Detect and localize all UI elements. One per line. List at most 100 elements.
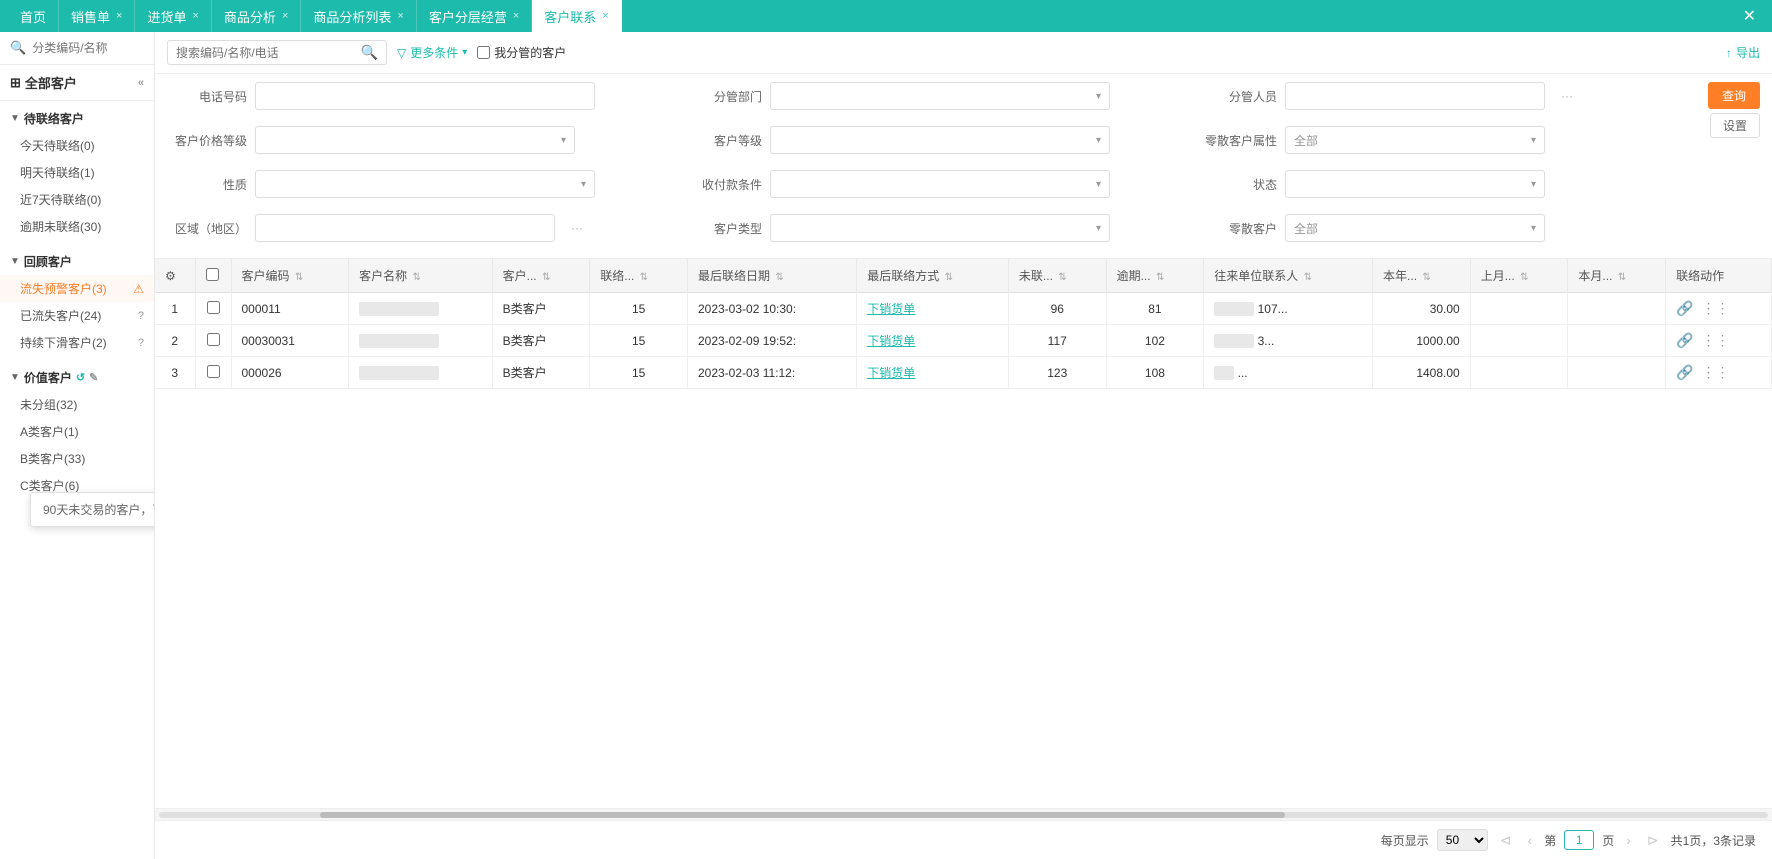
tab-sales[interactable]: 销售单 ×: [59, 0, 135, 32]
contact-action-icon[interactable]: 🔗: [1676, 332, 1693, 349]
window-close-button[interactable]: ✕: [1735, 6, 1764, 26]
select-all-checkbox[interactable]: [206, 268, 219, 281]
th-checkbox[interactable]: [195, 259, 231, 293]
th-code[interactable]: 客户编码 ⇅: [231, 259, 349, 293]
last-method-link[interactable]: 下销货单: [867, 302, 915, 316]
scrollbar-thumb[interactable]: [320, 812, 1285, 818]
tab-analysis-list[interactable]: 商品分析列表 ×: [301, 0, 416, 32]
contact-action-icon[interactable]: 🔗: [1676, 300, 1693, 317]
td-last-method-1[interactable]: 下销货单: [857, 293, 1009, 325]
last-page-button[interactable]: ⊳: [1643, 830, 1663, 851]
sidebar-item-ungrouped[interactable]: 未分组(32): [0, 391, 154, 418]
filter-select-person[interactable]: [1285, 82, 1545, 110]
tab-purchase[interactable]: 进货单 ×: [135, 0, 211, 32]
sidebar-search-input[interactable]: [32, 41, 144, 55]
main-search-input[interactable]: [176, 46, 357, 60]
td-checkbox-2[interactable]: [195, 325, 231, 357]
more-conditions-button[interactable]: ▽ 更多条件 ▾: [397, 44, 467, 61]
close-icon[interactable]: ×: [192, 10, 198, 22]
edit-icon[interactable]: ✎: [89, 371, 98, 384]
more-action-icon[interactable]: ⋮⋮: [1702, 364, 1730, 381]
search-icon[interactable]: 🔍: [361, 44, 378, 61]
th-type[interactable]: 客户... ⇅: [492, 259, 590, 293]
ellipsis-icon[interactable]: ···: [563, 221, 591, 235]
th-last-date[interactable]: 最后联络日期 ⇅: [687, 259, 856, 293]
th-last-month[interactable]: 上月... ⇅: [1470, 259, 1568, 293]
th-current-month[interactable]: 本月... ⇅: [1568, 259, 1666, 293]
th-name[interactable]: 客户名称 ⇅: [349, 259, 493, 293]
query-button[interactable]: 查询: [1708, 82, 1760, 109]
contact-action-icon[interactable]: 🔗: [1676, 364, 1693, 381]
more-action-icon[interactable]: ⋮⋮: [1702, 300, 1730, 317]
refresh-icon[interactable]: ↺: [76, 371, 85, 384]
settings-button[interactable]: 设置: [1710, 113, 1760, 138]
gear-icon[interactable]: ⚙: [165, 269, 176, 283]
filter-select-retail[interactable]: 全部 ▾: [1285, 214, 1545, 242]
filter-select-price-level[interactable]: ▾: [255, 126, 575, 154]
tab-home[interactable]: 首页: [8, 0, 59, 32]
filter-select-retail-attr[interactable]: 全部 ▾: [1285, 126, 1545, 154]
td-checkbox-1[interactable]: [195, 293, 231, 325]
filter-label-dept: 分管部门: [682, 88, 762, 105]
filter-status: 状态 ▾: [1197, 170, 1692, 198]
sidebar-item-class-a[interactable]: A类客户(1): [0, 418, 154, 445]
td-checkbox-3[interactable]: [195, 357, 231, 389]
close-icon[interactable]: ×: [397, 10, 403, 22]
tab-customer-contact[interactable]: 客户联系 ×: [532, 0, 621, 32]
first-page-button[interactable]: ⊲: [1496, 830, 1516, 851]
next-page-button[interactable]: ›: [1622, 830, 1635, 850]
sidebar-item-declining[interactable]: 持续下滑客户(2) ?: [0, 329, 154, 356]
th-contact-person[interactable]: 往来单位联系人 ⇅: [1204, 259, 1373, 293]
sidebar: 🔍 ⊞ 全部客户 « ▼ 待联络客户 今天待联络(0) 明天待联络(1) 近7天…: [0, 32, 155, 859]
row-checkbox[interactable]: [207, 365, 220, 378]
td-last-method-3[interactable]: 下销货单: [857, 357, 1009, 389]
per-page-select[interactable]: 50 100: [1437, 829, 1488, 851]
sidebar-section-title-pending[interactable]: ▼ 待联络客户: [0, 105, 154, 132]
sidebar-section-title-value[interactable]: ▼ 价值客户 ↺ ✎: [0, 364, 154, 391]
close-icon[interactable]: ×: [116, 10, 122, 22]
last-method-link[interactable]: 下销货单: [867, 334, 915, 348]
sidebar-item-tomorrow[interactable]: 明天待联络(1): [0, 159, 154, 186]
filter-select-nature[interactable]: ▾: [255, 170, 595, 198]
close-icon[interactable]: ×: [513, 10, 519, 22]
filter-select-region[interactable]: [255, 214, 555, 242]
filter-select-customer-type[interactable]: ▾: [770, 214, 1110, 242]
td-last-method-2[interactable]: 下销货单: [857, 325, 1009, 357]
filter-input-phone[interactable]: [255, 82, 595, 110]
sidebar-section-title-review[interactable]: ▼ 回顾客户: [0, 248, 154, 275]
th-contact-count[interactable]: 联络... ⇅: [590, 259, 688, 293]
my-customers-checkbox[interactable]: [477, 46, 490, 59]
export-button[interactable]: ↑ 导出: [1726, 44, 1760, 61]
filter-select-customer-level[interactable]: ▾: [770, 126, 1110, 154]
horizontal-scrollbar[interactable]: [155, 808, 1772, 820]
sidebar-all-customers[interactable]: ⊞ 全部客户 «: [0, 65, 154, 101]
row-checkbox[interactable]: [207, 301, 220, 314]
collapse-icon[interactable]: «: [138, 77, 144, 89]
th-no-contact[interactable]: 未联... ⇅: [1008, 259, 1106, 293]
row-checkbox[interactable]: [207, 333, 220, 346]
sidebar-item-7days[interactable]: 近7天待联络(0): [0, 186, 154, 213]
tab-customer-tier[interactable]: 客户分层经营 ×: [417, 0, 532, 32]
th-last-method[interactable]: 最后联络方式 ⇅: [857, 259, 1009, 293]
tab-analysis[interactable]: 商品分析 ×: [212, 0, 301, 32]
filter-label-payment: 收付款条件: [682, 176, 762, 193]
th-overdue[interactable]: 逾期... ⇅: [1106, 259, 1204, 293]
ellipsis-icon[interactable]: ···: [1553, 89, 1581, 103]
sidebar-item-churn-warning[interactable]: 流失预警客户(3) ⚠: [0, 275, 154, 302]
filter-select-dept[interactable]: ▾: [770, 82, 1110, 110]
sidebar-item-today[interactable]: 今天待联络(0): [0, 132, 154, 159]
sidebar-item-churned[interactable]: 已流失客户(24) ?: [0, 302, 154, 329]
th-current-year[interactable]: 本年... ⇅: [1373, 259, 1471, 293]
page-number-input[interactable]: [1564, 830, 1594, 850]
sidebar-item-class-b[interactable]: B类客户(33): [0, 445, 154, 472]
my-customers-checkbox-label[interactable]: 我分管的客户: [477, 44, 566, 61]
close-icon[interactable]: ×: [282, 10, 288, 22]
close-icon[interactable]: ×: [602, 10, 608, 22]
sidebar-item-overdue[interactable]: 逾期未联络(30): [0, 213, 154, 240]
more-action-icon[interactable]: ⋮⋮: [1702, 332, 1730, 349]
filter-select-payment[interactable]: ▾: [770, 170, 1110, 198]
filter-select-status[interactable]: ▾: [1285, 170, 1545, 198]
last-method-link[interactable]: 下销货单: [867, 366, 915, 380]
th-settings[interactable]: ⚙: [155, 259, 195, 293]
prev-page-button[interactable]: ‹: [1524, 830, 1537, 850]
